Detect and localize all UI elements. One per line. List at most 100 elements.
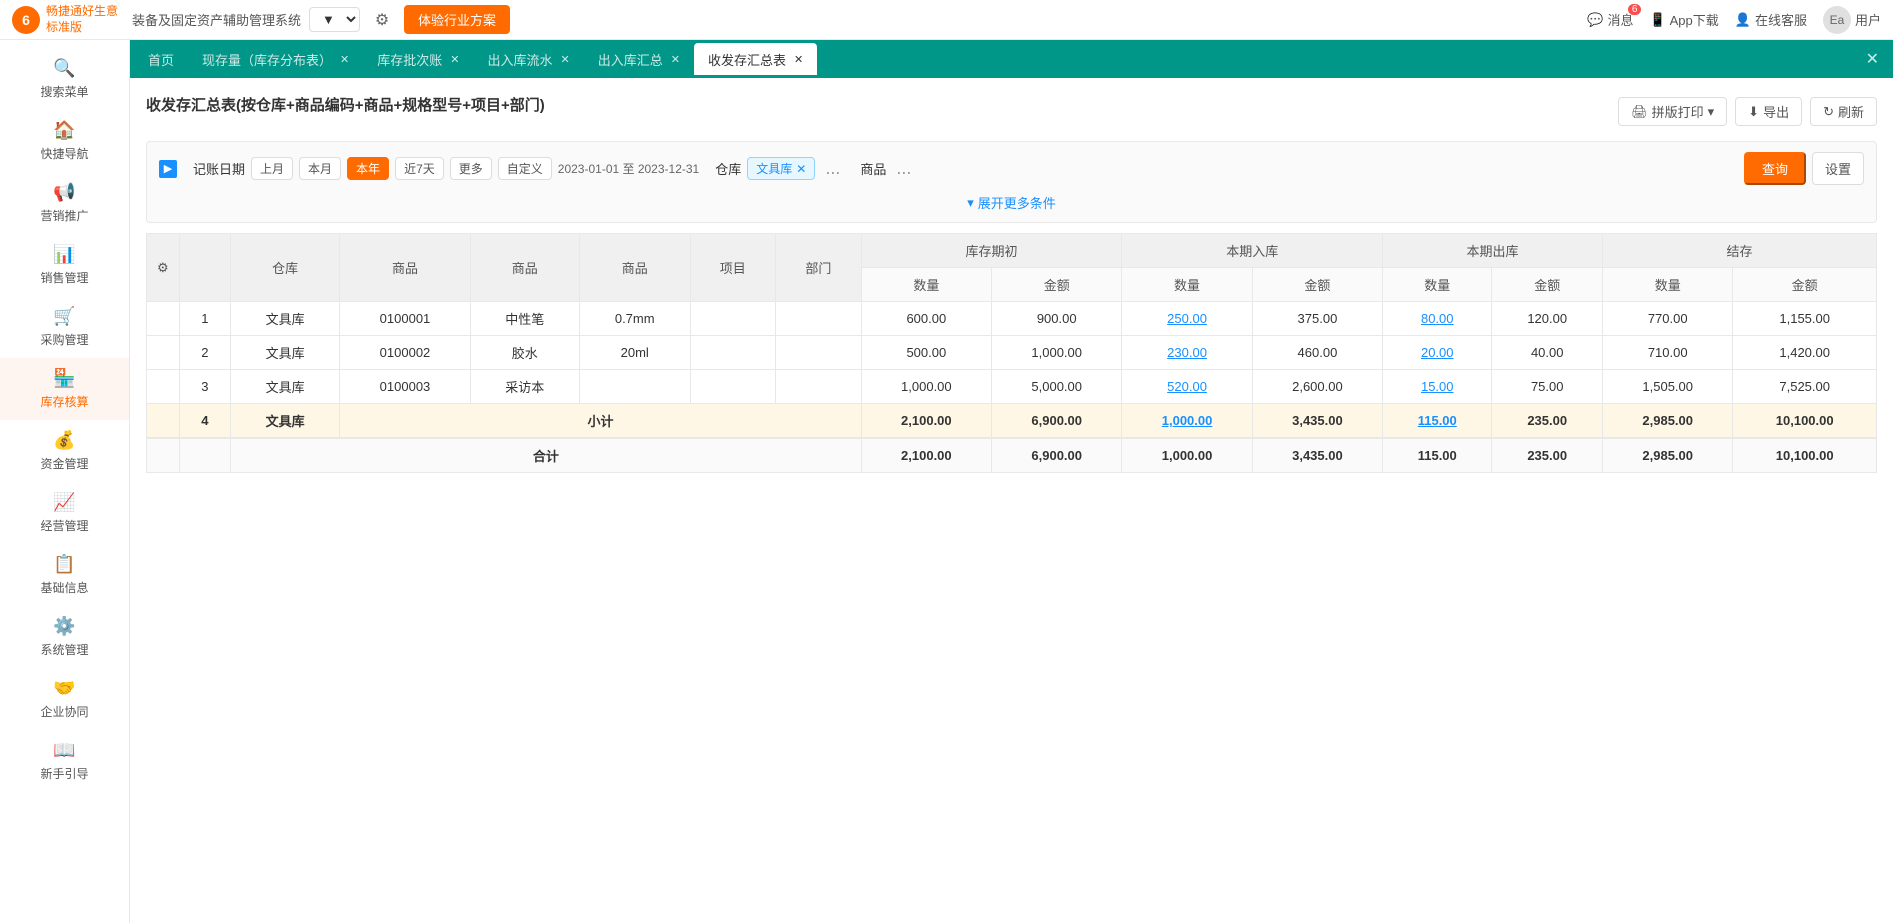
top-bar: 6 畅捷通好生意 标准版 装备及固定资产辅助管理系统 ▼ ⚙ 体验行业方案 💬 … xyxy=(0,0,1893,40)
col-group-opening: 库存期初 xyxy=(861,234,1122,268)
col-close-qty: 数量 xyxy=(1603,268,1733,302)
row-3-in-qty[interactable]: 520.00 xyxy=(1122,370,1252,404)
subtotal-in-qty[interactable]: 1,000.00 xyxy=(1122,404,1252,439)
total-label: 合计 xyxy=(231,438,862,473)
export-icon: ⬇ xyxy=(1748,104,1759,120)
expand-conditions-btn[interactable]: ▾ 展开更多条件 xyxy=(967,193,1056,212)
inventory-icon: 🏪 xyxy=(53,368,75,389)
row-1-close-amt: 1,155.00 xyxy=(1733,302,1877,336)
message-badge: 6 xyxy=(1628,4,1642,15)
sidebar-item-quick-nav[interactable]: 🏠 快捷导航 xyxy=(0,110,129,172)
col-group-out: 本期出库 xyxy=(1383,234,1603,268)
subtotal-out-amt: 235.00 xyxy=(1492,404,1603,439)
warehouse-tag-close[interactable]: ✕ xyxy=(796,162,806,176)
warehouse-tag: 文具库 ✕ xyxy=(747,157,815,180)
date-btn-last-month[interactable]: 上月 xyxy=(251,157,293,180)
row-2-name: 胶水 xyxy=(470,336,579,370)
subtotal-close-qty: 2,985.00 xyxy=(1603,404,1733,439)
gear-button[interactable]: ⚙ xyxy=(368,6,396,34)
search-icon: 🔍 xyxy=(53,58,75,79)
date-btn-7days[interactable]: 近7天 xyxy=(395,157,444,180)
col-out-amt: 金额 xyxy=(1492,268,1603,302)
tab-close-inventory-dist[interactable]: ✕ xyxy=(340,53,349,66)
filter-settings-btn[interactable]: 设置 xyxy=(1812,152,1864,185)
sidebar-item-sales[interactable]: 📊 销售管理 xyxy=(0,234,129,296)
col-settings[interactable]: ⚙ xyxy=(147,234,180,302)
online-service-button[interactable]: 👤 在线客服 xyxy=(1735,10,1807,29)
expand-icon: ▾ xyxy=(967,195,974,211)
sidebar-item-system[interactable]: ⚙️ 系统管理 xyxy=(0,606,129,668)
row-2-in-qty[interactable]: 230.00 xyxy=(1122,336,1252,370)
top-bar-left: 6 畅捷通好生意 标准版 装备及固定资产辅助管理系统 ▼ ⚙ 体验行业方案 xyxy=(12,4,510,35)
app-download-button[interactable]: 📱 App下载 xyxy=(1649,10,1718,29)
sidebar-item-operation[interactable]: 📈 经营管理 xyxy=(0,482,129,544)
date-btn-this-year[interactable]: 本年 xyxy=(347,157,389,180)
row-1-out-qty[interactable]: 80.00 xyxy=(1383,302,1492,336)
experience-button[interactable]: 体验行业方案 xyxy=(404,5,510,34)
col-close-amt: 金额 xyxy=(1733,268,1877,302)
tab-close-inout-summary[interactable]: ✕ xyxy=(671,53,680,66)
table-total-row: 合计 2,100.00 6,900.00 1,000.00 3,435.00 1… xyxy=(147,438,1877,473)
total-out-qty: 115.00 xyxy=(1383,438,1492,473)
date-filter-section: 记账日期 上月 本月 本年 近7天 更多 自定义 2023-01-01 至 20… xyxy=(193,157,699,180)
query-button[interactable]: 查询 xyxy=(1744,152,1806,185)
row-2-spec: 20ml xyxy=(579,336,690,370)
subtotal-out-qty[interactable]: 115.00 xyxy=(1383,404,1492,439)
row-3-warehouse: 文具库 xyxy=(231,370,340,404)
col-no xyxy=(179,234,230,302)
main-layout: 🔍 搜索菜单 🏠 快捷导航 📢 营销推广 📊 销售管理 🛒 采购管理 🏪 库存核… xyxy=(0,40,1893,923)
total-close-qty: 2,985.00 xyxy=(1603,438,1733,473)
col-project: 项目 xyxy=(690,234,776,302)
row-1-code: 0100001 xyxy=(340,302,470,336)
tab-recv-send-summary[interactable]: 收发存汇总表 ✕ xyxy=(694,43,817,75)
total-open-amt: 6,900.00 xyxy=(992,438,1122,473)
content-area: 首页 现存量（库存分布表） ✕ 库存批次账 ✕ 出入库流水 ✕ 出入库汇总 ✕ … xyxy=(130,40,1893,923)
user-menu-button[interactable]: Ea 用户 xyxy=(1823,6,1881,34)
sidebar-item-enterprise[interactable]: 🤝 企业协同 xyxy=(0,668,129,730)
row-3-open-amt: 5,000.00 xyxy=(992,370,1122,404)
export-button[interactable]: ⬇ 导出 xyxy=(1735,97,1802,126)
row-1-open-qty: 600.00 xyxy=(861,302,991,336)
row-1-in-amt: 375.00 xyxy=(1252,302,1382,336)
row-2-close-amt: 1,420.00 xyxy=(1733,336,1877,370)
goods-more-btn[interactable]: ... xyxy=(892,158,915,179)
message-icon: 💬 xyxy=(1587,12,1603,28)
sidebar-item-inventory[interactable]: 🏪 库存核算 xyxy=(0,358,129,420)
tab-inventory-dist[interactable]: 现存量（库存分布表） ✕ xyxy=(188,43,363,75)
row-3-settings xyxy=(147,370,180,404)
logo-text: 畅捷通好生意 标准版 xyxy=(46,4,118,35)
tab-close-inout-flow[interactable]: ✕ xyxy=(561,53,570,66)
col-in-qty: 数量 xyxy=(1122,268,1252,302)
row-2-out-qty[interactable]: 20.00 xyxy=(1383,336,1492,370)
tab-inout-summary[interactable]: 出入库汇总 ✕ xyxy=(584,43,694,75)
sidebar-item-marketing[interactable]: 📢 营销推广 xyxy=(0,172,129,234)
sidebar-item-purchase[interactable]: 🛒 采购管理 xyxy=(0,296,129,358)
tab-close-recv-send-summary[interactable]: ✕ xyxy=(794,53,803,66)
table-subtotal-row: 4 文具库 小计 2,100.00 6,900.00 1,000.00 3,43… xyxy=(147,404,1877,439)
table-row: 1 文具库 0100001 中性笔 0.7mm 600.00 900.00 25… xyxy=(147,302,1877,336)
row-3-out-qty[interactable]: 15.00 xyxy=(1383,370,1492,404)
warehouse-more-btn[interactable]: ... xyxy=(821,158,844,179)
date-btn-more[interactable]: 更多 xyxy=(450,157,492,180)
tab-close-batch[interactable]: ✕ xyxy=(450,53,459,66)
message-button[interactable]: 💬 消息 6 xyxy=(1587,10,1633,29)
col-group-closing: 结存 xyxy=(1603,234,1877,268)
tab-batch[interactable]: 库存批次账 ✕ xyxy=(363,43,473,75)
date-btn-this-month[interactable]: 本月 xyxy=(299,157,341,180)
tab-home[interactable]: 首页 xyxy=(134,43,188,75)
sidebar-item-basic-info[interactable]: 📋 基础信息 xyxy=(0,544,129,606)
page-content: 收发存汇总表(按仓库+商品编码+商品+规格型号+项目+部门) 🖨 拼版打印 ▾ … xyxy=(130,78,1893,923)
print-button[interactable]: 🖨 拼版打印 ▾ xyxy=(1618,97,1727,126)
system-selector[interactable]: ▼ xyxy=(309,7,360,32)
refresh-button[interactable]: ↻ 刷新 xyxy=(1810,97,1877,126)
arrow-expand-btn[interactable]: ▶ xyxy=(159,160,177,178)
sidebar-item-finance[interactable]: 💰 资金管理 xyxy=(0,420,129,482)
row-1-in-qty[interactable]: 250.00 xyxy=(1122,302,1252,336)
sidebar-item-newbie[interactable]: 📖 新手引导 xyxy=(0,730,129,792)
tab-inout-flow[interactable]: 出入库流水 ✕ xyxy=(473,43,583,75)
sidebar-item-search[interactable]: 🔍 搜索菜单 xyxy=(0,48,129,110)
date-btn-custom[interactable]: 自定义 xyxy=(498,157,552,180)
logo-area: 6 畅捷通好生意 标准版 xyxy=(12,4,118,35)
tab-bar-close-all[interactable]: ✕ xyxy=(1856,49,1889,69)
row-2-warehouse: 文具库 xyxy=(231,336,340,370)
